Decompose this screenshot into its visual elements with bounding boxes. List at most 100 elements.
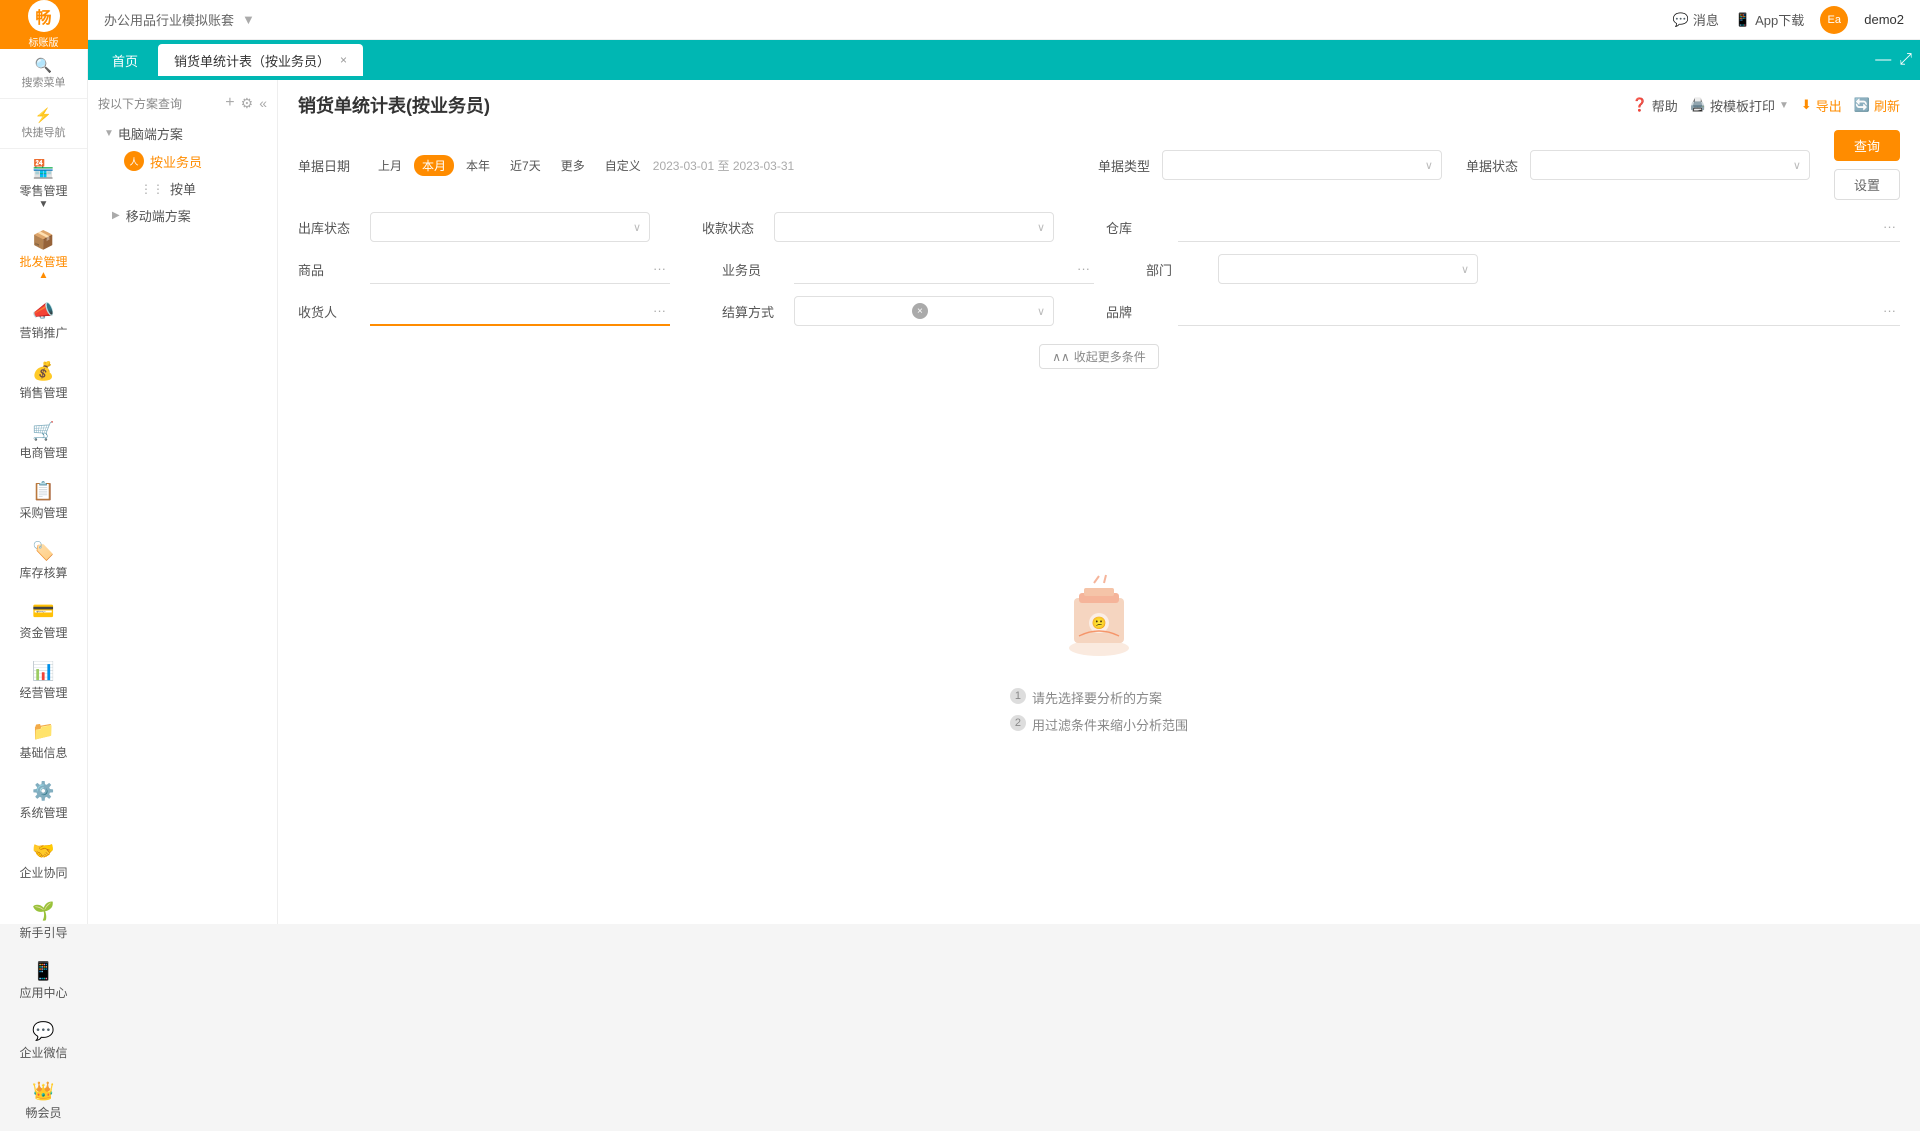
sidebar-item-wechat[interactable]: 💬 企业微信 [0, 1011, 88, 1071]
sidebar-quick-nav[interactable]: ⚡ 快捷导航 [0, 99, 87, 149]
order-type-label: 单据类型 [1098, 156, 1150, 175]
main-area: 办公用品行业模拟账套 ▼ 💬 消息 📱 App下载 Ea demo2 首页 销货… [88, 0, 1920, 924]
tip-text-2: 用过滤条件来缩小分析范围 [1032, 715, 1188, 734]
tip-num-2: 2 [1010, 715, 1026, 731]
dept-select[interactable]: ∨ [1218, 254, 1478, 284]
collapse-row: ∧∧ 收起更多条件 [298, 338, 1900, 375]
workspace-dropdown-icon[interactable]: ▼ [242, 12, 255, 27]
sidebar-item-basic[interactable]: 📁 基础信息 [0, 711, 88, 771]
page-title-row: 销货单统计表(按业务员) ❓ 帮助 🖨️ 按模板打印 ▼ ⬇ [298, 92, 1900, 118]
panel-title: 按以下方案查询 [98, 95, 182, 112]
product-dots[interactable]: ··· [653, 261, 666, 276]
right-panel: 销货单统计表(按业务员) ❓ 帮助 🖨️ 按模板打印 ▼ ⬇ [278, 80, 1920, 924]
product-input[interactable]: ··· [370, 254, 670, 284]
date-7days[interactable]: 近7天 [502, 155, 549, 176]
sidebar-item-marketing[interactable]: 📣 营销推广 [0, 291, 88, 351]
date-year[interactable]: 本年 [458, 155, 498, 176]
tab-minimize-icon[interactable]: — [1875, 51, 1891, 69]
tab-sales-stats[interactable]: 销货单统计表（按业务员） × [158, 44, 363, 76]
tree-desktop-scheme[interactable]: ▼ 电脑端方案 [96, 120, 269, 147]
sidebar-item-apps[interactable]: 📱 应用中心 [0, 951, 88, 1011]
page-title: 销货单统计表(按业务员) [298, 92, 490, 118]
consignee-label: 收货人 [298, 302, 358, 321]
sidebar-item-enterprise[interactable]: 🤝 企业协同 [0, 831, 88, 891]
filter-section: 销货单统计表(按业务员) ❓ 帮助 🖨️ 按模板打印 ▼ ⬇ [278, 80, 1920, 385]
tabbar: 首页 销货单统计表（按业务员） × — ⤢ [88, 40, 1920, 80]
empty-tips: 1 请先选择要分析的方案 2 用过滤条件来缩小分析范围 [1010, 688, 1188, 742]
sidebar-item-inventory[interactable]: 🏷️ 库存核算 [0, 531, 88, 591]
date-prev-month[interactable]: 上月 [370, 155, 410, 176]
salesperson-label: 业务员 [722, 260, 782, 279]
add-scheme-icon[interactable]: + [225, 94, 234, 112]
tab-home-label: 首页 [112, 51, 138, 70]
out-status-select[interactable]: ∨ [370, 212, 650, 242]
refresh-button[interactable]: 🔄 刷新 [1854, 96, 1900, 115]
sub-item-icon: ⋮⋮ [140, 182, 164, 196]
order-status-dropdown-icon: ∨ [1793, 159, 1801, 172]
order-status-label: 单据状态 [1466, 156, 1518, 175]
page-actions: ❓ 帮助 🖨️ 按模板打印 ▼ ⬇ 导出 🔄 [1632, 96, 1900, 115]
date-custom[interactable]: 自定义 [597, 155, 649, 176]
tab-maximize-icon[interactable]: ⤢ [1899, 51, 1912, 69]
sidebar-item-system[interactable]: ⚙️ 系统管理 [0, 771, 88, 831]
payment-status-dropdown-icon: ∨ [1037, 221, 1045, 234]
tree-item-by-order[interactable]: ⋮⋮ 按单 [96, 175, 269, 202]
sidebar-item-sales[interactable]: 💰 销售管理 [0, 351, 88, 411]
collapse-button[interactable]: ∧∧ 收起更多条件 [1039, 344, 1159, 369]
warehouse-input[interactable]: ··· [1178, 212, 1900, 242]
brand-input[interactable]: ··· [1178, 296, 1900, 326]
tree-item-by-salesperson[interactable]: 人 按业务员 [96, 147, 269, 175]
warehouse-dots[interactable]: ··· [1883, 219, 1896, 234]
app-download-button[interactable]: 📱 App下载 [1735, 10, 1804, 29]
date-more[interactable]: 更多 [553, 155, 593, 176]
user-avatar[interactable]: Ea [1820, 6, 1848, 34]
help-button[interactable]: ❓ 帮助 [1632, 96, 1678, 115]
panel-header-actions: + ⚙ « [225, 94, 267, 112]
topbar-right: 💬 消息 📱 App下载 Ea demo2 [1673, 6, 1904, 34]
consignee-input[interactable]: ··· [370, 296, 670, 326]
warehouse-label: 仓库 [1106, 218, 1166, 237]
salesperson-dots[interactable]: ··· [1077, 261, 1090, 276]
sidebar-search-menu[interactable]: 🔍 搜索菜单 [0, 49, 87, 99]
sidebar-item-wholesale[interactable]: 📦 批发管理 ▲ [0, 220, 88, 291]
settlement-x-btn[interactable]: × [912, 303, 928, 319]
query-button[interactable]: 查询 [1834, 130, 1900, 161]
tip-num-1: 1 [1010, 688, 1026, 704]
svg-text:😕: 😕 [1092, 616, 1107, 630]
topbar-left: 办公用品行业模拟账套 ▼ [104, 10, 255, 29]
message-icon: 💬 [1673, 12, 1689, 28]
settlement-select[interactable]: × ∨ [794, 296, 1054, 326]
settings-scheme-icon[interactable]: ⚙ [241, 95, 254, 112]
sidebar-item-ecommerce[interactable]: 🛒 电商管理 [0, 411, 88, 471]
print-template-button[interactable]: 🖨️ 按模板打印 ▼ [1690, 96, 1789, 115]
settings-button[interactable]: 设置 [1834, 169, 1900, 200]
order-status-select[interactable]: ∨ [1530, 150, 1810, 180]
sidebar-item-retail[interactable]: 🏪 零售管理 ▼ [0, 149, 88, 220]
brand-dots[interactable]: ··· [1883, 303, 1896, 318]
sidebar-logo[interactable]: 畅 标账版 [0, 0, 88, 49]
export-button[interactable]: ⬇ 导出 [1801, 96, 1842, 115]
date-label: 单据日期 [298, 156, 358, 175]
sidebar-item-newbie[interactable]: 🌱 新手引导 [0, 891, 88, 951]
sidebar-item-member[interactable]: 👑 畅会员 [0, 1071, 88, 1131]
consignee-dots[interactable]: ··· [653, 303, 666, 318]
username-label[interactable]: demo2 [1864, 12, 1904, 27]
sidebar: 畅 标账版 🔍 搜索菜单 ⚡ 快捷导航 🏪 零售管理 ▼ 📦 批发管理 ▲ 📣 … [0, 0, 88, 924]
left-panel-header: 按以下方案查询 + ⚙ « [88, 90, 277, 120]
print-dropdown-icon[interactable]: ▼ [1779, 100, 1789, 111]
sidebar-item-operations[interactable]: 📊 经营管理 [0, 651, 88, 711]
out-status-dropdown-icon: ∨ [633, 221, 641, 234]
tab-sales-stats-label: 销货单统计表（按业务员） [174, 51, 330, 70]
tree-mobile-scheme[interactable]: ▶ 移动端方案 [96, 202, 269, 229]
payment-status-select[interactable]: ∨ [774, 212, 1054, 242]
message-button[interactable]: 💬 消息 [1673, 10, 1719, 29]
tab-close-icon[interactable]: × [340, 53, 347, 67]
collapse-panel-icon[interactable]: « [259, 95, 267, 111]
sidebar-item-finance[interactable]: 💳 资金管理 [0, 591, 88, 651]
tab-home[interactable]: 首页 [96, 44, 154, 76]
dept-dropdown-icon: ∨ [1461, 263, 1469, 276]
order-type-select[interactable]: ∨ [1162, 150, 1442, 180]
sidebar-item-purchase[interactable]: 📋 采购管理 [0, 471, 88, 531]
salesperson-input[interactable]: ··· [794, 254, 1094, 284]
date-current-month[interactable]: 本月 [414, 155, 454, 176]
